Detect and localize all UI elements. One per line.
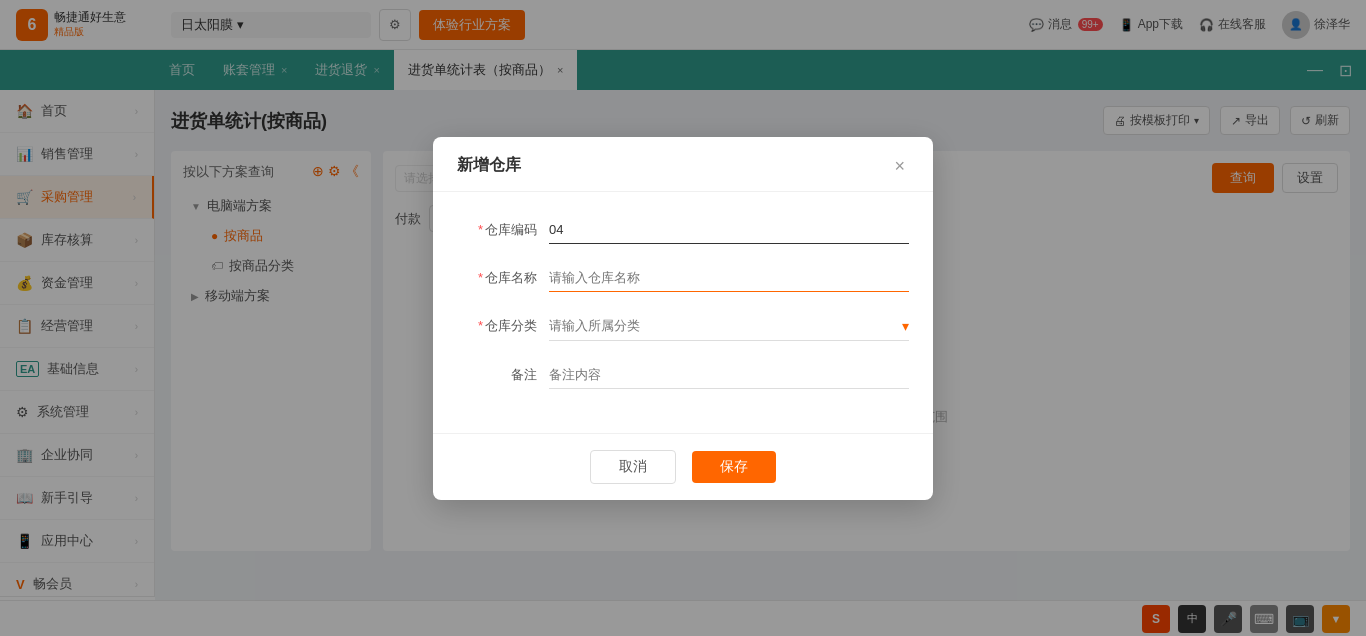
- required-star-category: *: [478, 318, 483, 333]
- warehouse-category-input[interactable]: [549, 318, 902, 333]
- remark-label: 备注: [457, 366, 537, 384]
- warehouse-name-label: *仓库名称: [457, 269, 537, 287]
- modal-title: 新增仓库: [457, 155, 521, 176]
- modal-header: 新增仓库 ×: [433, 137, 933, 192]
- remark-input[interactable]: [549, 361, 909, 389]
- warehouse-name-input[interactable]: [549, 264, 909, 292]
- modal-body: *仓库编码 *仓库名称 *仓库分类 ▾: [433, 192, 933, 433]
- cancel-button[interactable]: 取消: [590, 450, 676, 484]
- category-dropdown-icon: ▾: [902, 318, 909, 334]
- warehouse-code-input[interactable]: [549, 216, 909, 244]
- warehouse-category-label: *仓库分类: [457, 317, 537, 335]
- required-star-code: *: [478, 222, 483, 237]
- new-warehouse-modal: 新增仓库 × *仓库编码 *仓库名称 *仓库分类: [433, 137, 933, 500]
- form-row-name: *仓库名称: [457, 264, 909, 292]
- form-row-category: *仓库分类 ▾: [457, 312, 909, 341]
- modal-close-button[interactable]: ×: [890, 155, 909, 177]
- form-row-code: *仓库编码: [457, 216, 909, 244]
- warehouse-category-select[interactable]: ▾: [549, 312, 909, 341]
- modal-footer: 取消 保存: [433, 433, 933, 500]
- modal-overlay: 新增仓库 × *仓库编码 *仓库名称 *仓库分类: [0, 0, 1366, 636]
- save-button[interactable]: 保存: [692, 451, 776, 483]
- required-star-name: *: [478, 270, 483, 285]
- form-row-remark: 备注: [457, 361, 909, 389]
- warehouse-code-label: *仓库编码: [457, 221, 537, 239]
